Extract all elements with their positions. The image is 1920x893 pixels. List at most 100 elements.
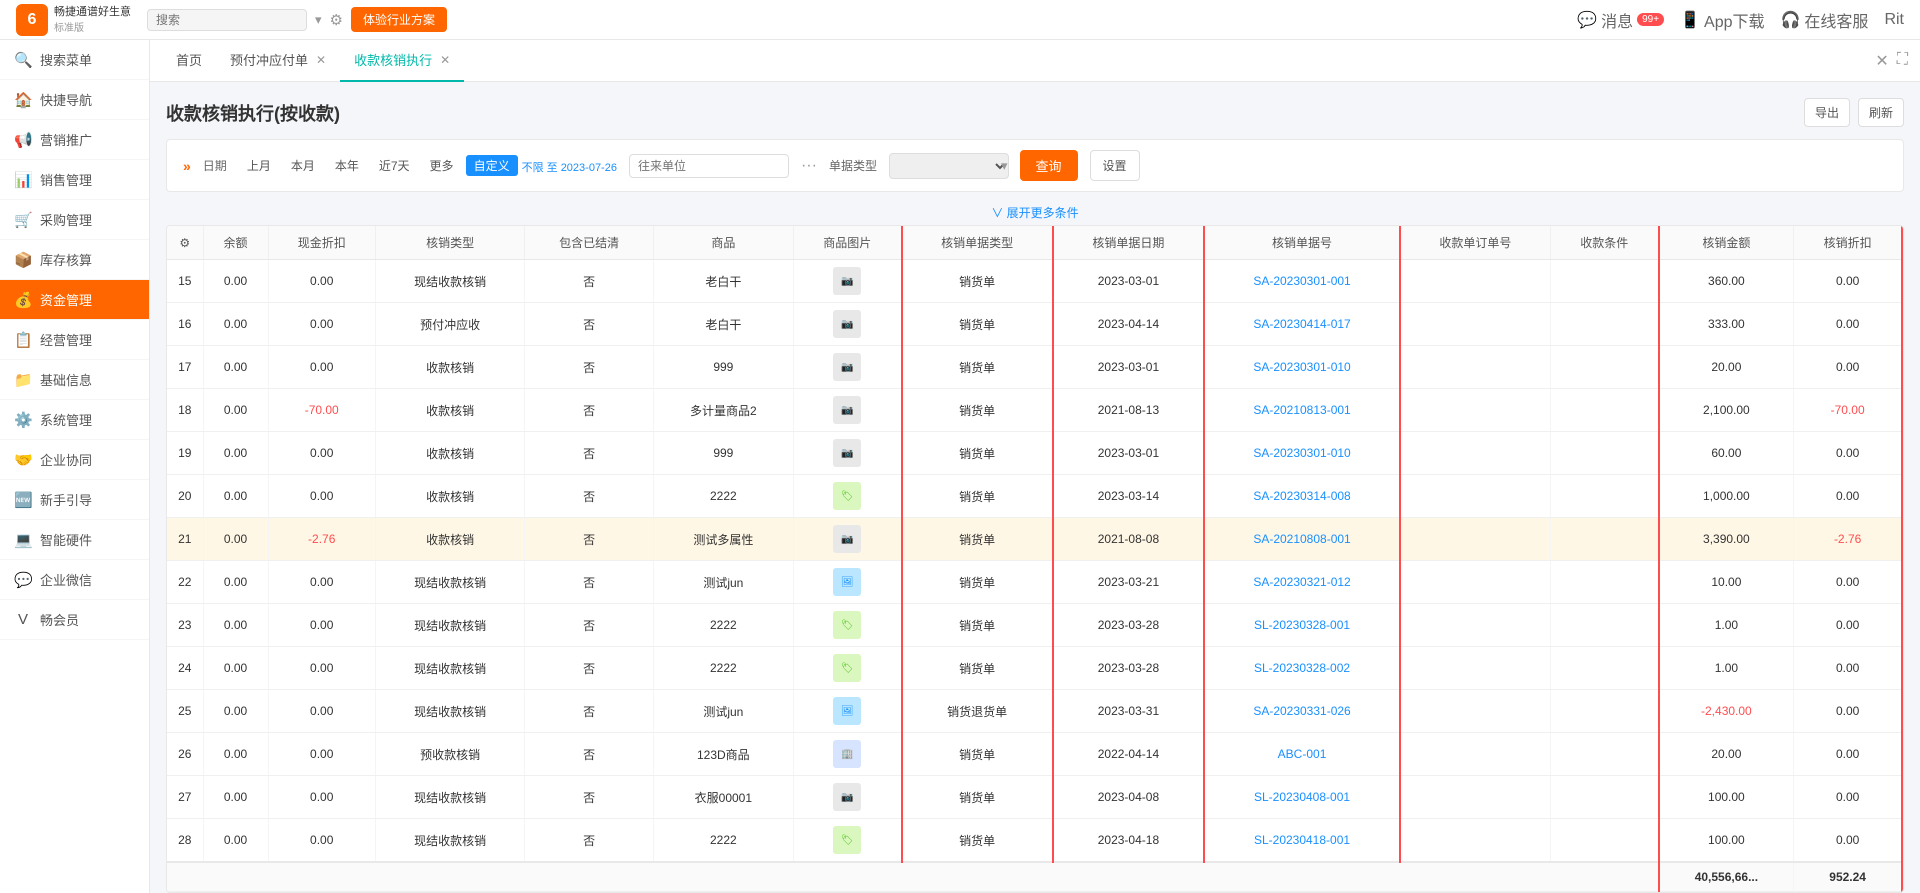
sidebar-item-enterprise[interactable]: 🤝企业协同	[0, 440, 149, 480]
brand-name: 畅捷通谱好生意	[54, 5, 131, 19]
table-container: ⚙ 余额 现金折扣 核销类型 包含已结清 商品 商品图片 核销单据类型 核销单据…	[166, 225, 1904, 893]
app-download-btn[interactable]: 📱 App下载	[1680, 8, 1764, 32]
goods-thumb-icon: 🏷	[841, 835, 854, 846]
cancel-bill-no-link[interactable]: SA-20230301-010	[1253, 360, 1350, 374]
cell-include-settled: 否	[525, 432, 653, 475]
cell-cancel-bill-date: 2023-03-31	[1053, 690, 1204, 733]
cancel-bill-no-link[interactable]: SL-20230408-001	[1254, 790, 1350, 804]
goods-thumb-icon: 🏷	[841, 620, 854, 631]
headset-icon: 🎧	[1781, 10, 1801, 30]
cell-cancel-bill-date: 2023-03-01	[1053, 346, 1204, 389]
sidebar-item-newbie[interactable]: 🆕 新手引导	[0, 480, 149, 520]
sidebar-item-sales[interactable]: 📊销售管理	[0, 160, 149, 200]
cell-cancel-type: 收款核销	[375, 346, 525, 389]
date-opt-this-year[interactable]: 本年	[327, 155, 367, 176]
refresh-btn[interactable]: 刷新	[1858, 98, 1904, 127]
trial-btn[interactable]: 体验行业方案	[351, 7, 447, 32]
tab-receipt[interactable]: 收款核销执行✕	[340, 40, 464, 82]
cell-receipt-order-no	[1400, 518, 1550, 561]
cancel-bill-no-link[interactable]: SA-20230314-008	[1253, 489, 1350, 503]
cell-cancel-type: 收款核销	[375, 518, 525, 561]
cell-no: 26	[167, 733, 203, 776]
cancel-bill-no-link[interactable]: SA-20210808-001	[1253, 532, 1350, 546]
counterparty-expand-icon[interactable]: ···	[801, 157, 817, 175]
cell-goods-img: 🏷	[793, 604, 901, 647]
goods-thumb-icon: 📷	[841, 405, 853, 416]
date-opt-7days[interactable]: 近7天	[371, 155, 418, 176]
cell-cash-discount: 0.00	[268, 733, 375, 776]
cell-cancel-amount: 20.00	[1659, 733, 1794, 776]
close-tab-icon[interactable]: ✕	[1875, 51, 1888, 71]
sidebar-item-finance[interactable]: 💰资金管理	[0, 280, 149, 320]
tab-prepay[interactable]: 预付冲应付单✕	[216, 40, 340, 82]
sidebar-icon-inventory: 📦	[14, 251, 32, 269]
tab-home[interactable]: 首页	[162, 40, 216, 82]
cancel-bill-no-link[interactable]: SA-20230331-026	[1253, 704, 1350, 718]
online-service-btn[interactable]: 🎧 在线客服	[1781, 8, 1869, 32]
cancel-bill-no-link[interactable]: SL-20230328-002	[1254, 661, 1350, 675]
sidebar-item-basic[interactable]: 📁基础信息	[0, 360, 149, 400]
top-bar-left: 6 畅捷通谱好生意 标准版 ▾ ⚙ 体验行业方案	[16, 4, 1565, 36]
message-btn[interactable]: 💬 消息 99+	[1577, 8, 1664, 32]
goods-thumb-icon: 📷	[841, 276, 853, 287]
date-opt-custom[interactable]: 自定义	[466, 155, 518, 176]
cancel-bill-no-link[interactable]: SL-20230328-001	[1254, 618, 1350, 632]
cancel-bill-no-link[interactable]: SA-20230301-010	[1253, 446, 1350, 460]
sidebar-item-marketing[interactable]: 📢营销推广	[0, 120, 149, 160]
sidebar-item-smart[interactable]: 💻智能硬件	[0, 520, 149, 560]
cell-cancel-type: 预付冲应收	[375, 303, 525, 346]
date-opt-more[interactable]: 更多	[422, 155, 462, 176]
cell-no: 25	[167, 690, 203, 733]
query-btn[interactable]: 查询	[1020, 150, 1078, 181]
cell-balance: 0.00	[203, 518, 268, 561]
tab-close-prepay[interactable]: ✕	[316, 53, 326, 67]
cell-cancel-bill-type: 销货单	[902, 733, 1053, 776]
settings-gear-icon[interactable]: ⚙	[330, 11, 343, 29]
sidebar-item-member[interactable]: V畅会员	[0, 600, 149, 640]
search-input[interactable]	[147, 9, 307, 31]
table-row: 20 0.00 0.00 收款核销 否 2222 🏷 销货单 2023-03-1…	[167, 475, 1902, 518]
cell-goods-img: 🏷	[793, 647, 901, 690]
cell-cancel-bill-type: 销货单	[902, 346, 1053, 389]
cell-cancel-bill-date: 2022-04-14	[1053, 733, 1204, 776]
col-settings[interactable]: ⚙	[167, 226, 203, 260]
cell-no: 18	[167, 389, 203, 432]
cancel-bill-no-link[interactable]: SA-20230301-001	[1253, 274, 1350, 288]
filter-settings-btn[interactable]: 设置	[1090, 150, 1140, 181]
cell-cancel-amount: 2,100.00	[1659, 389, 1794, 432]
sidebar-label-newbie: 新手引导	[40, 490, 92, 509]
cell-cancel-discount: -70.00	[1794, 389, 1902, 432]
col-receipt-terms: 收款条件	[1550, 226, 1658, 260]
counterparty-input[interactable]	[629, 154, 789, 178]
cancel-bill-no-link[interactable]: SA-20230414-017	[1253, 317, 1350, 331]
sidebar-item-wechat[interactable]: 💬企业微信	[0, 560, 149, 600]
user-info[interactable]: Rit	[1884, 11, 1904, 29]
cancel-bill-no-link[interactable]: ABC-001	[1278, 747, 1327, 761]
sidebar-item-system[interactable]: ⚙️系统管理	[0, 400, 149, 440]
cell-receipt-terms	[1550, 475, 1658, 518]
sidebar-icon-newbie: 🆕	[14, 491, 32, 509]
sidebar-item-inventory[interactable]: 📦库存核算	[0, 240, 149, 280]
date-opt-last-month[interactable]: 上月	[239, 155, 279, 176]
filter-toggle-icon[interactable]: »	[183, 158, 191, 174]
cell-balance: 0.00	[203, 475, 268, 518]
cell-cancel-type: 预收款核销	[375, 733, 525, 776]
expand-more-conditions[interactable]: ∨ 展开更多条件	[166, 200, 1904, 225]
cell-goods-img: 🏢	[793, 733, 901, 776]
sidebar-item-search[interactable]: 🔍搜索菜单	[0, 40, 149, 80]
cell-cancel-bill-type: 销货单	[902, 260, 1053, 303]
sidebar-item-purchase[interactable]: 🛒采购管理	[0, 200, 149, 240]
cancel-bill-no-link[interactable]: SL-20230418-001	[1254, 833, 1350, 847]
sidebar-item-quicknav[interactable]: 🏠快捷导航	[0, 80, 149, 120]
cell-cancel-discount: 0.00	[1794, 776, 1902, 819]
cancel-bill-no-link[interactable]: SA-20230321-012	[1253, 575, 1350, 589]
cell-include-settled: 否	[525, 733, 653, 776]
tab-close-receipt[interactable]: ✕	[440, 53, 450, 67]
cancel-bill-no-link[interactable]: SA-20210813-001	[1253, 403, 1350, 417]
receipt-type-select[interactable]	[889, 153, 1009, 179]
date-opt-this-month[interactable]: 本月	[283, 155, 323, 176]
sidebar-item-operations[interactable]: 📋经营管理	[0, 320, 149, 360]
expand-tab-icon[interactable]: ⛶	[1897, 51, 1908, 71]
export-btn[interactable]: 导出	[1804, 98, 1850, 127]
cell-balance: 0.00	[203, 647, 268, 690]
